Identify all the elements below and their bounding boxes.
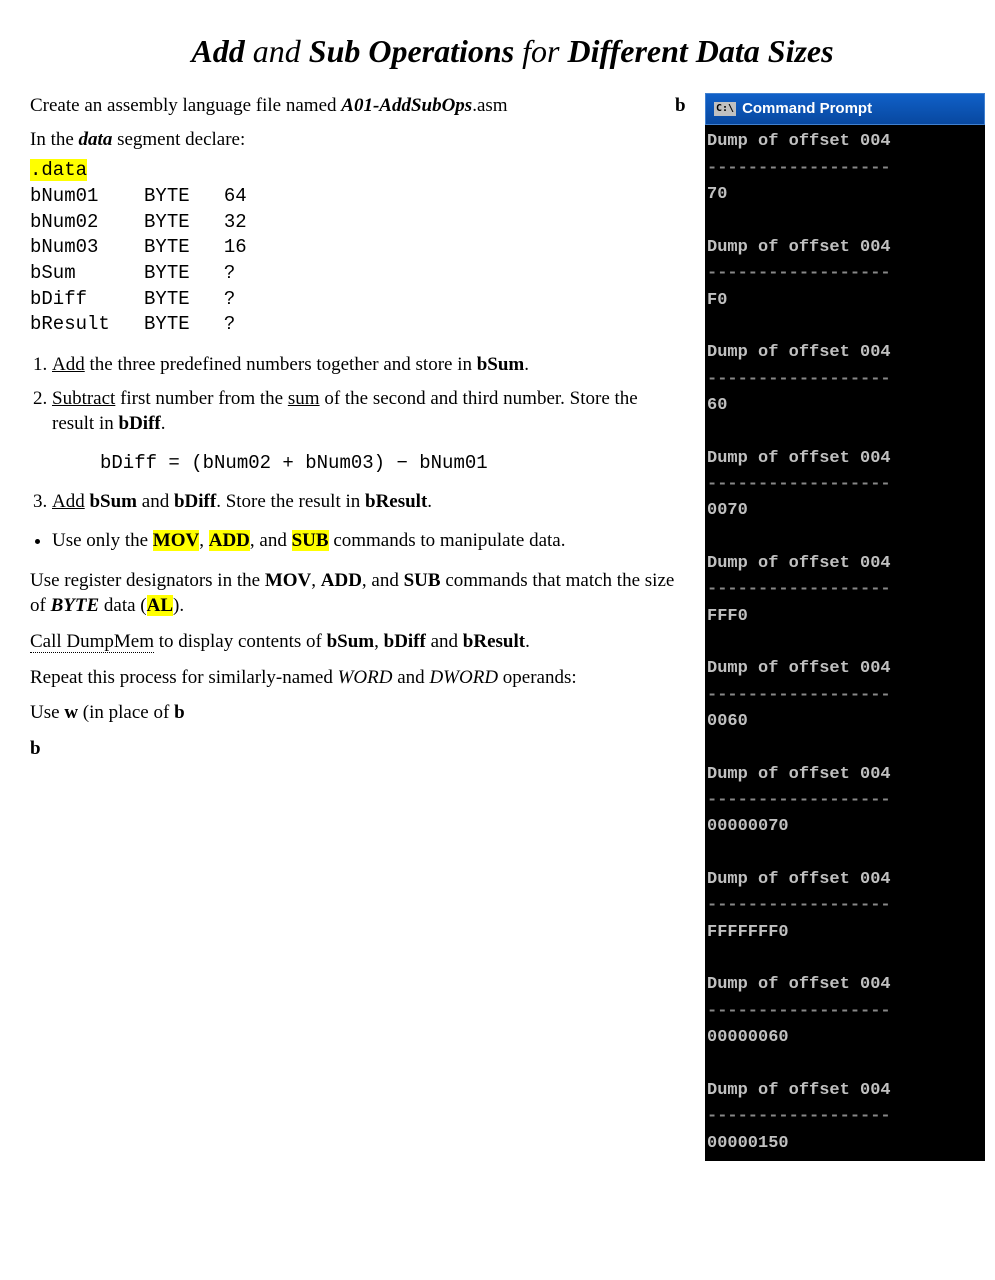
repeat-note: Repeat this process for similarly-named … [30, 665, 675, 691]
command-prompt-titlebar: C:\ Command Prompt [705, 93, 985, 125]
data-directive: .data [30, 159, 87, 181]
command-prompt-window: C:\ Command Prompt Dump of offset 004 ---… [705, 93, 985, 1161]
formula: bDiff = (bNum02 + bNum03) − bNum01 [100, 451, 675, 477]
data-declarations: bNum01 BYTE 64 bNum02 BYTE 32 bNum03 BYT… [30, 185, 247, 335]
page-title: Add and Sub Operations for Different Dat… [30, 30, 995, 73]
title-word-sizes: Different Data Sizes [568, 33, 834, 69]
title-word-sub: Sub Operations [309, 33, 514, 69]
register-byte-note: Use register designators in the MOV, ADD… [30, 568, 675, 619]
bullet-list-1: Use only the MOV, ADD, and SUB commands … [52, 528, 675, 554]
instructions-column: Create an assembly language file named A… [30, 93, 675, 761]
steps-list: Add the three predefined numbers togethe… [52, 352, 675, 437]
word-prefix-note: Use w (in place of b [30, 700, 675, 726]
title-word-add: Add [191, 33, 244, 69]
command-prompt-icon: C:\ [714, 102, 736, 116]
steps-list-cont: Add bSum and bDiff. Store the result in … [52, 489, 675, 515]
bullet-mov-add-sub-1: Use only the MOV, ADD, and SUB commands … [52, 528, 675, 554]
call-dumpmem-1: Call DumpMem to display contents of bSum… [30, 629, 675, 655]
console-output: Dump of offset 004 ------------------ 70… [705, 125, 985, 1160]
command-prompt-title: Command Prompt [742, 100, 872, 117]
intro-line-1: Create an assembly language file named A… [30, 93, 675, 119]
step-1: Add the three predefined numbers togethe… [52, 352, 675, 378]
step-3: Add bSum and bDiff. Store the result in … [52, 489, 675, 515]
intro-line-2: In the data segment declare: [30, 127, 675, 153]
data-segment: .data bNum01 BYTE 64 bNum02 BYTE 32 bNum… [30, 158, 675, 337]
step-2: Subtract first number from the sum of th… [52, 386, 675, 437]
